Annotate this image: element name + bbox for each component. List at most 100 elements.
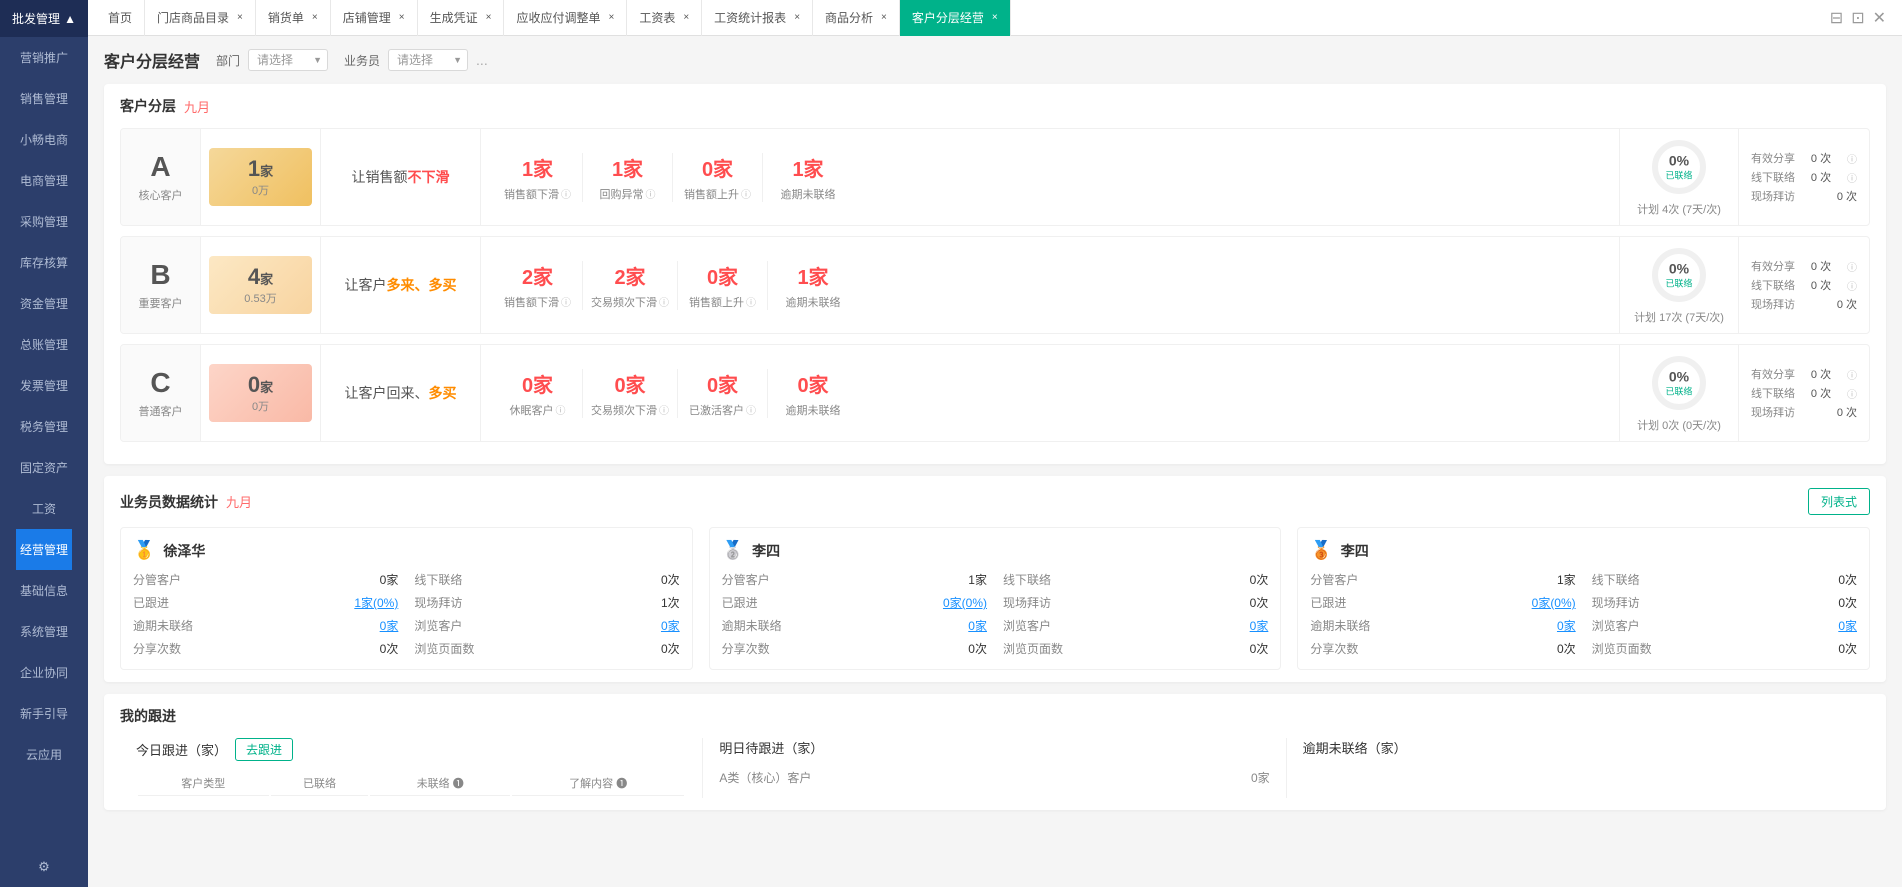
stat-num-b-1[interactable]: 2家	[614, 261, 645, 290]
staff-select[interactable]: 请选择	[388, 49, 468, 71]
tab-product-analysis[interactable]: 商品分析×	[813, 0, 900, 36]
tab-payroll[interactable]: 工资表×	[627, 0, 702, 36]
staff-stat-label-0-3: 现场拜访	[414, 594, 462, 611]
tab-close-receivable[interactable]: ×	[608, 12, 614, 23]
dept-select[interactable]: 请选择	[248, 49, 328, 71]
tab-voucher[interactable]: 生成凭证×	[418, 0, 505, 36]
sidebar-item-kucun[interactable]: 库存核算	[16, 242, 72, 283]
staff-stat-val-2-3: 0次	[1838, 594, 1857, 611]
go-follow-button[interactable]: 去跟进	[235, 738, 293, 761]
sidebar-item-jingying[interactable]: 经营管理	[16, 529, 72, 570]
staff-stat-val-2-4[interactable]: 0家	[1557, 617, 1576, 634]
staff-stat-row-2-6: 分享次数 0次	[1310, 640, 1575, 657]
staff-stat-val-0-4[interactable]: 0家	[380, 617, 399, 634]
sidebar-item-gongzi[interactable]: 工资	[16, 488, 72, 529]
sidebar-logo[interactable]: 批发管理 ▲	[0, 0, 88, 37]
right-info-icon[interactable]: ⓘ	[1847, 386, 1857, 401]
sidebar-item-xitong[interactable]: 系统管理	[16, 611, 72, 652]
staff-stat-val-1-4[interactable]: 0家	[968, 617, 987, 634]
sidebar-item-qiye[interactable]: 企业协同	[16, 652, 72, 693]
info-icon[interactable]: ⓘ	[561, 294, 571, 309]
tier-row-b: B 重要客户 4家 0.53万 让客户多来、多买 2家 销售额下滑 ⓘ 2家 交…	[120, 236, 1870, 334]
close-window-icon[interactable]: ✕	[1873, 8, 1886, 28]
tier-row-a: A 核心客户 1家 0万 让销售额不下滑 1家 销售额下滑 ⓘ 1家 回购异常 …	[120, 128, 1870, 226]
tab-customer-tier[interactable]: 客户分层经营×	[900, 0, 1011, 36]
stat-num-b-3[interactable]: 1家	[797, 261, 828, 290]
tab-close-sales-order[interactable]: ×	[312, 12, 318, 23]
sidebar-item-diangshang[interactable]: 电商管理	[16, 160, 72, 201]
staff-stat-val-2-2[interactable]: 0家(0%)	[1532, 594, 1576, 611]
tab-store-mgmt[interactable]: 店铺管理×	[331, 0, 418, 36]
right-stat-label-a-0: 有效分享	[1751, 150, 1795, 166]
tab-close-payroll-report[interactable]: ×	[794, 12, 800, 23]
sidebar-settings[interactable]: ⚙	[0, 847, 88, 887]
tab-store-products[interactable]: 门店商品目录×	[145, 0, 256, 36]
info-icon[interactable]: ⓘ	[746, 402, 756, 417]
sidebar-item-fapiao[interactable]: 发票管理	[16, 365, 72, 406]
sidebar-item-shuiwu[interactable]: 税务管理	[16, 406, 72, 447]
staff-stat-val-2-5[interactable]: 0家	[1838, 617, 1857, 634]
right-info-icon[interactable]: ⓘ	[1847, 367, 1857, 382]
staff-rank-icon-2: 🥉	[1310, 540, 1332, 561]
staff-stat-row-1-3: 现场拜访 0次	[1003, 594, 1268, 611]
stat-num-a-0[interactable]: 1家	[522, 153, 553, 182]
info-icon[interactable]: ⓘ	[646, 186, 656, 201]
info-icon[interactable]: ⓘ	[741, 186, 751, 201]
stat-label-a-2: 销售额上升 ⓘ	[684, 186, 751, 202]
more-filters-icon[interactable]: ...	[476, 52, 488, 68]
tab-payroll-report[interactable]: 工资统计报表×	[702, 0, 813, 36]
today-follow-title: 今日跟进（家） 去跟进	[136, 738, 686, 761]
right-info-icon[interactable]: ⓘ	[1847, 170, 1857, 185]
right-info-icon[interactable]: ⓘ	[1847, 259, 1857, 274]
staff-stat-label-0-0: 分管客户	[133, 571, 181, 588]
sidebar-item-xiaochang[interactable]: 小畅电商	[16, 119, 72, 160]
sidebar-item-xinshou[interactable]: 新手引导	[16, 693, 72, 734]
tab-actions[interactable]: ⊟ ⊡ ✕	[1822, 8, 1894, 28]
list-view-button[interactable]: 列表式	[1808, 488, 1870, 515]
info-icon[interactable]: ⓘ	[556, 402, 566, 417]
stat-num-a-1[interactable]: 1家	[612, 153, 643, 182]
staff-stat-row-0-2: 已跟进 1家(0%)	[133, 594, 398, 611]
tab-home[interactable]: 首页	[96, 0, 145, 36]
sidebar-item-gudingzichan[interactable]: 固定资产	[16, 447, 72, 488]
tab-close-store-mgmt[interactable]: ×	[399, 12, 405, 23]
stat-item-b-0: 2家 销售额下滑 ⓘ	[493, 261, 583, 310]
staff-stats-title: 业务员数据统计 九月	[120, 492, 252, 512]
tab-close-customer-tier[interactable]: ×	[992, 12, 998, 23]
tab-close-voucher[interactable]: ×	[486, 12, 492, 23]
tab-close-payroll[interactable]: ×	[683, 12, 689, 23]
sidebar-item-xiaoshou[interactable]: 销售管理	[16, 78, 72, 119]
staff-month: 九月	[226, 492, 252, 511]
sidebar-item-yingxiao[interactable]: 营销推广	[16, 37, 72, 78]
right-info-icon[interactable]: ⓘ	[1847, 278, 1857, 293]
sidebar-item-jichu[interactable]: 基础信息	[16, 570, 72, 611]
info-icon[interactable]: ⓘ	[561, 186, 571, 201]
staff-stat-label-1-1: 线下联络	[1003, 571, 1051, 588]
tier-label-a: A 核心客户	[121, 129, 201, 225]
stat-num-b-0[interactable]: 2家	[522, 261, 553, 290]
sidebar-item-zijin[interactable]: 资金管理	[16, 283, 72, 324]
staff-stat-val-1-2[interactable]: 0家(0%)	[943, 594, 987, 611]
circle-progress-b: 0% 已联络	[1649, 245, 1709, 305]
info-icon[interactable]: ⓘ	[659, 402, 669, 417]
tab-close-store-products[interactable]: ×	[237, 12, 243, 23]
minimize-icon[interactable]: ⊟	[1830, 8, 1843, 28]
stat-num-a-3[interactable]: 1家	[792, 153, 823, 182]
maximize-icon[interactable]: ⊡	[1851, 8, 1864, 28]
tab-close-product-analysis[interactable]: ×	[881, 12, 887, 23]
tab-sales-order[interactable]: 销货单×	[256, 0, 331, 36]
stat-item-a-3: 1家 逾期未联络	[763, 153, 853, 202]
tier-right-stats-a: 有效分享 0 次 ⓘ 线下联络 0 次 ⓘ 现场拜访 0 次	[1739, 129, 1869, 225]
sidebar-item-yun[interactable]: 云应用	[16, 734, 72, 775]
sidebar-item-zongzhang[interactable]: 总账管理	[16, 324, 72, 365]
info-icon[interactable]: ⓘ	[659, 294, 669, 309]
info-icon[interactable]: ⓘ	[746, 294, 756, 309]
tab-receivable[interactable]: 应收应付调整单×	[504, 0, 627, 36]
staff-stat-val-1-5[interactable]: 0家	[1250, 617, 1269, 634]
stat-label-c-1: 交易频次下滑 ⓘ	[591, 402, 669, 418]
tier-circle-c: 0% 已联络 计划 0次 (0天/次)	[1619, 345, 1739, 441]
staff-stat-val-0-2[interactable]: 1家(0%)	[354, 594, 398, 611]
sidebar-item-caigou[interactable]: 采购管理	[16, 201, 72, 242]
staff-stat-val-0-5[interactable]: 0家	[661, 617, 680, 634]
right-info-icon[interactable]: ⓘ	[1847, 151, 1857, 166]
